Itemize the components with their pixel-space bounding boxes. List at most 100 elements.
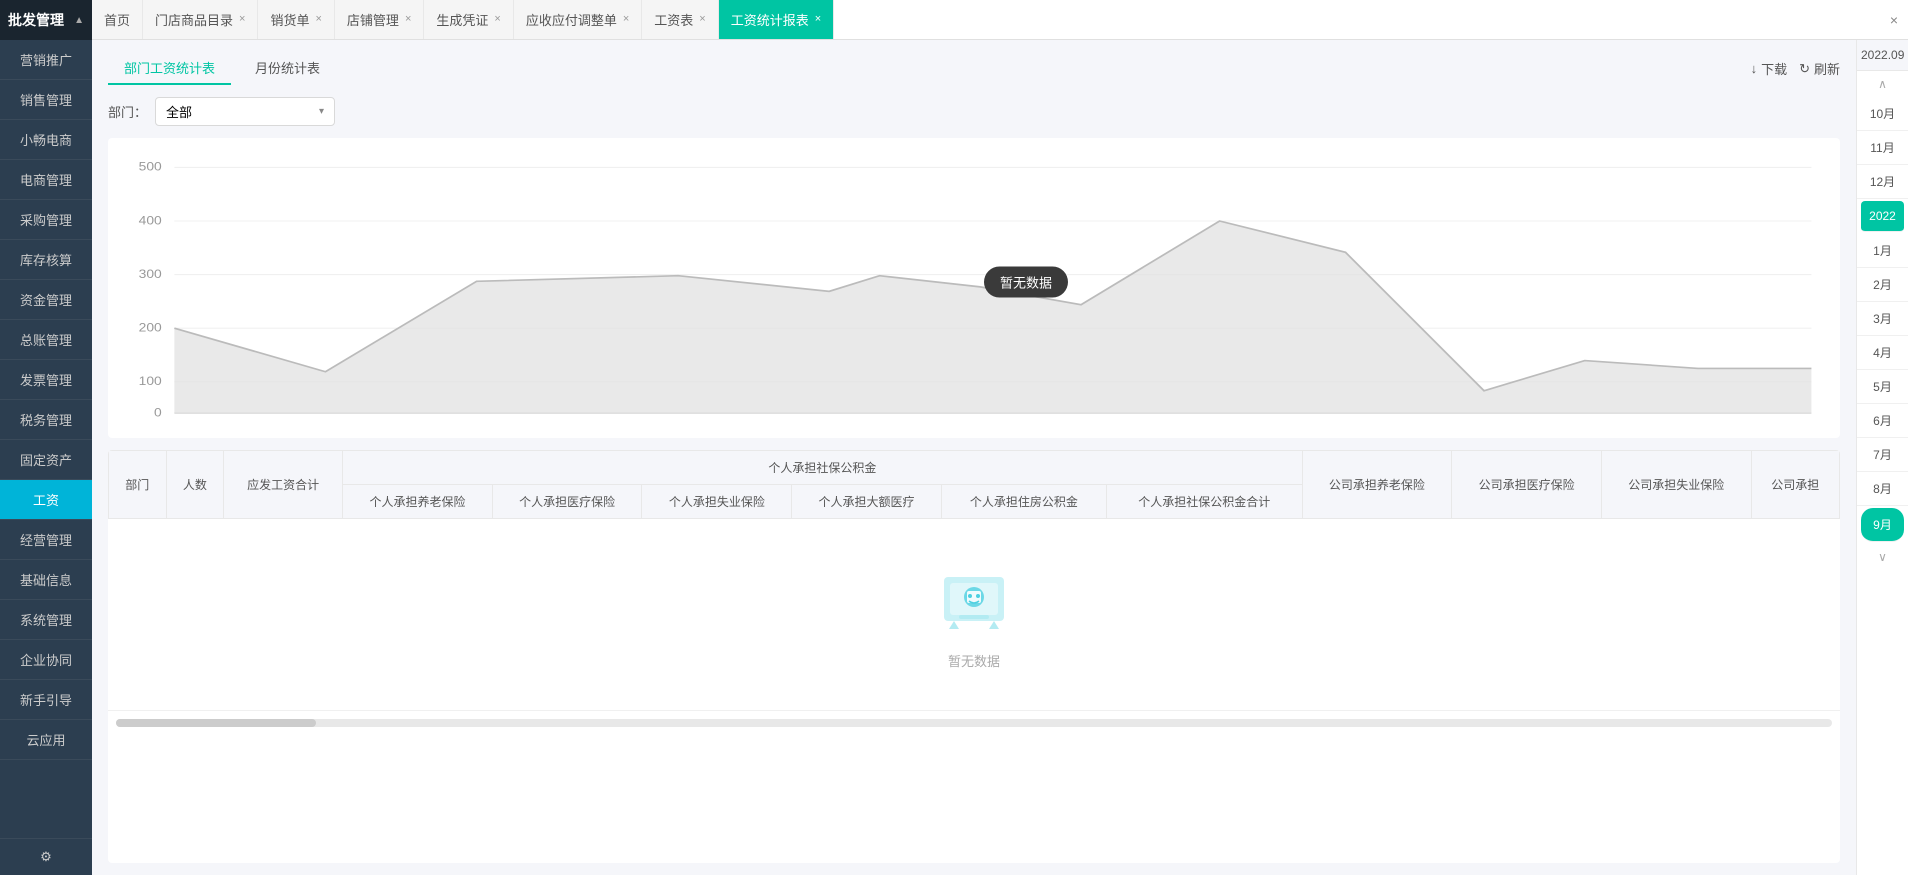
- sidebar-collapse-icon: ▲: [74, 15, 84, 26]
- sidebar-item-ecommerce[interactable]: 电商管理: [0, 160, 92, 200]
- sidebar-item-payroll[interactable]: 工资: [0, 480, 92, 520]
- sidebar-item-marketing[interactable]: 营销推广: [0, 40, 92, 80]
- time-panel-month-11[interactable]: 11月: [1857, 131, 1908, 165]
- col-group-individual: 个人承担社保公积金: [343, 451, 1302, 485]
- tab-home[interactable]: 首页: [92, 0, 143, 39]
- sidebar: 批发管理 ▲ 营销推广 销售管理 小畅电商 电商管理 采购管理 库存核算 资金管…: [0, 0, 92, 875]
- tab-store-mgmt[interactable]: 店铺管理 ×: [335, 0, 424, 39]
- time-panel-month-4[interactable]: 4月: [1857, 336, 1908, 370]
- dept-filter-arrow-icon: ▾: [319, 106, 324, 117]
- time-panel-month-7[interactable]: 7月: [1857, 438, 1908, 472]
- time-panel-month-9[interactable]: 9月: [1861, 508, 1904, 542]
- close-tab-generate-voucher[interactable]: ×: [494, 14, 500, 25]
- tab-ar-ap-adjust[interactable]: 应收应付调整单 ×: [514, 0, 642, 39]
- settings-button[interactable]: ⚙: [0, 838, 92, 875]
- empty-state: 暂无数据: [109, 519, 1840, 710]
- table-container: 部门 人数 应发工资合计 个人承担社保公积金 公司承担养老保险 公司承担医疗保险…: [108, 450, 1840, 863]
- sidebar-item-inventory[interactable]: 库存核算: [0, 240, 92, 280]
- sidebar-item-basic-info[interactable]: 基础信息: [0, 560, 92, 600]
- col-company-medical: 公司承担医疗保险: [1452, 451, 1602, 519]
- chart-svg: 500 400 300 200 100 0: [124, 154, 1824, 422]
- filter-row: 部门： 全部 ▾: [108, 97, 1840, 126]
- time-panel-month-3[interactable]: 3月: [1857, 302, 1908, 336]
- close-tab-payroll[interactable]: ×: [699, 14, 705, 25]
- close-tab-store-mgmt[interactable]: ×: [405, 14, 411, 25]
- sidebar-title-text: 批发管理: [8, 10, 64, 30]
- tabs-bar: 首页 门店商品目录 × 销货单 × 店铺管理 × 生成凭证 × 应收应付调整单 …: [92, 0, 1908, 40]
- time-panel-month-6[interactable]: 6月: [1857, 404, 1908, 438]
- col-ind-serious-illness: 个人承担大额医疗: [792, 485, 942, 519]
- col-headcount: 人数: [166, 451, 224, 519]
- sub-tab-monthly-stats[interactable]: 月份统计表: [239, 52, 336, 85]
- content-area: 部门工资统计表 月份统计表 ↓ 下载 ↻ 刷新: [92, 40, 1908, 875]
- time-panel-month-5[interactable]: 5月: [1857, 370, 1908, 404]
- sub-tabs-bar: 部门工资统计表 月份统计表 ↓ 下载 ↻ 刷新: [108, 52, 1840, 85]
- time-panel-year-2022[interactable]: 2022: [1861, 201, 1904, 232]
- col-company-other: 公司承担: [1751, 451, 1839, 519]
- tab-generate-voucher[interactable]: 生成凭证 ×: [424, 0, 513, 39]
- time-panel-month-2[interactable]: 2月: [1857, 268, 1908, 302]
- main-area: 首页 门店商品目录 × 销货单 × 店铺管理 × 生成凭证 × 应收应付调整单 …: [92, 0, 1908, 875]
- svg-text:500: 500: [139, 159, 162, 173]
- col-company-unemployment: 公司承担失业保险: [1601, 451, 1751, 519]
- sidebar-item-invoice[interactable]: 发票管理: [0, 360, 92, 400]
- time-panel-current-date: 2022.09: [1857, 40, 1908, 71]
- sub-tab-actions: ↓ 下载 ↻ 刷新: [1751, 59, 1840, 78]
- data-table: 部门 人数 应发工资合计 个人承担社保公积金 公司承担养老保险 公司承担医疗保险…: [108, 450, 1840, 710]
- sidebar-item-sales[interactable]: 销售管理: [0, 80, 92, 120]
- time-panel-down-arrow[interactable]: ∨: [1872, 544, 1893, 570]
- sidebar-item-finance[interactable]: 资金管理: [0, 280, 92, 320]
- sidebar-item-guide[interactable]: 新手引导: [0, 680, 92, 720]
- tab-store-catalog[interactable]: 门店商品目录 ×: [143, 0, 258, 39]
- time-panel-month-8[interactable]: 8月: [1857, 472, 1908, 506]
- close-tab-sales-order[interactable]: ×: [315, 14, 321, 25]
- settings-icon: ⚙: [40, 849, 52, 864]
- close-tab-payroll-report[interactable]: ×: [815, 14, 821, 25]
- col-dept: 部门: [109, 451, 167, 519]
- tab-payroll[interactable]: 工资表 ×: [642, 0, 718, 39]
- download-button[interactable]: ↓ 下载: [1751, 59, 1788, 78]
- time-panel-up-arrow[interactable]: ∧: [1872, 71, 1893, 97]
- empty-icon: [934, 559, 1014, 639]
- tab-payroll-report[interactable]: 工资统计报表 ×: [719, 0, 834, 39]
- sidebar-item-cloud[interactable]: 云应用: [0, 720, 92, 760]
- sidebar-item-ecommerce-small[interactable]: 小畅电商: [0, 120, 92, 160]
- sidebar-item-purchase[interactable]: 采购管理: [0, 200, 92, 240]
- dept-filter-select[interactable]: 全部 ▾: [155, 97, 335, 126]
- time-panel: 2022.09 ∧ 10月 11月 12月 2022 1月 2月 3月: [1856, 40, 1908, 875]
- svg-text:200: 200: [139, 320, 162, 334]
- sidebar-item-collaboration[interactable]: 企业协同: [0, 640, 92, 680]
- table-scroll-thumb[interactable]: [116, 719, 316, 727]
- close-tab-ar-ap-adjust[interactable]: ×: [623, 14, 629, 25]
- col-ind-housing-fund: 个人承担住房公积金: [941, 485, 1106, 519]
- col-ind-total: 个人承担社保公积金合计: [1106, 485, 1302, 519]
- tab-sales-order[interactable]: 销货单 ×: [258, 0, 334, 39]
- col-total-wage: 应发工资合计: [224, 451, 343, 519]
- close-all-tabs-icon[interactable]: ×: [1890, 12, 1898, 28]
- inner-content: 部门工资统计表 月份统计表 ↓ 下载 ↻ 刷新: [92, 40, 1856, 875]
- close-tab-store-catalog[interactable]: ×: [239, 14, 245, 25]
- svg-text:0: 0: [154, 405, 162, 419]
- sidebar-item-assets[interactable]: 固定资产: [0, 440, 92, 480]
- col-ind-unemployment: 个人承担失业保险: [642, 485, 792, 519]
- svg-text:400: 400: [139, 213, 162, 227]
- refresh-icon: ↻: [1799, 61, 1810, 77]
- sidebar-item-ledger[interactable]: 总账管理: [0, 320, 92, 360]
- svg-text:300: 300: [139, 267, 162, 281]
- sidebar-item-tax[interactable]: 税务管理: [0, 400, 92, 440]
- chart-container: 500 400 300 200 100 0: [108, 138, 1840, 438]
- svg-text:100: 100: [139, 374, 162, 388]
- dept-filter-value: 全部: [166, 102, 192, 121]
- table-horizontal-scrollbar[interactable]: [116, 719, 1832, 727]
- dept-filter-label: 部门：: [108, 102, 147, 121]
- refresh-button[interactable]: ↻ 刷新: [1799, 59, 1840, 78]
- sidebar-item-system[interactable]: 系统管理: [0, 600, 92, 640]
- time-panel-month-10[interactable]: 10月: [1857, 97, 1908, 131]
- col-ind-pension: 个人承担养老保险: [343, 485, 493, 519]
- col-company-pension: 公司承担养老保险: [1302, 451, 1452, 519]
- sidebar-title[interactable]: 批发管理 ▲: [0, 0, 92, 40]
- time-panel-month-1[interactable]: 1月: [1857, 234, 1908, 268]
- sub-tab-dept-stats[interactable]: 部门工资统计表: [108, 52, 231, 85]
- sidebar-item-operations[interactable]: 经营管理: [0, 520, 92, 560]
- time-panel-month-12[interactable]: 12月: [1857, 165, 1908, 199]
